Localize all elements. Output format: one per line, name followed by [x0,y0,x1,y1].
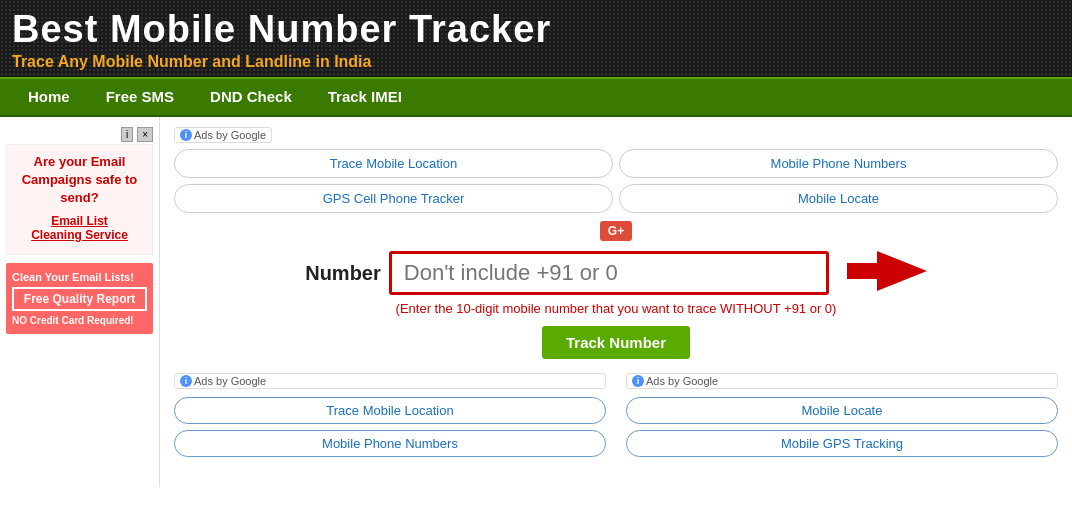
sidebar-no-cc: NO Credit Card Required! [12,315,147,326]
number-section: Number (Enter the 10-digit mobile number… [174,251,1058,359]
ads-by-google-top-row: i Ads by Google [174,127,1058,143]
ad-mobile-phone-numbers[interactable]: Mobile Phone Numbers [619,149,1058,178]
free-quality-report-button[interactable]: Free Quality Report [12,287,147,311]
number-label: Number [305,262,381,285]
sidebar-ad-link1[interactable]: Email List Cleaning Service [13,214,146,242]
sidebar-clean-title: Clean Your Email Lists! [12,271,147,283]
nav-dnd-check[interactable]: DND Check [192,77,310,117]
sidebar: i × Are your Email Campaigns safe to sen… [0,117,160,487]
track-number-button[interactable]: Track Number [542,326,690,359]
svg-marker-0 [847,251,927,291]
sidebar-ad-bottom: Clean Your Email Lists! Free Quality Rep… [6,263,153,334]
bottom-ad-mobile-gps-tracking[interactable]: Mobile GPS Tracking [626,430,1058,457]
info-icon-top: i [180,129,192,141]
info-icon-bottom-left: i [180,375,192,387]
top-ad-buttons-grid: Trace Mobile Location Mobile Phone Numbe… [174,149,1058,213]
site-subtitle: Trace Any Mobile Number and Landline in … [12,53,1060,71]
sidebar-ad-box: Are your Email Campaigns safe to send? E… [6,144,153,255]
gplus-row: G+ [174,221,1058,241]
nav-free-sms[interactable]: Free SMS [88,77,192,117]
bottom-ad-trace-mobile-location[interactable]: Trace Mobile Location [174,397,606,424]
info-icon-bottom-right: i [632,375,644,387]
nav-home[interactable]: Home [10,77,88,117]
main-layout: i × Are your Email Campaigns safe to sen… [0,117,1072,487]
ads-by-google-badge-top: i Ads by Google [174,127,272,143]
content-area: i Ads by Google Trace Mobile Location Mo… [160,117,1072,487]
ads-label-top: Ads by Google [194,129,266,141]
navigation: Home Free SMS DND Check Track IMEI [0,77,1072,117]
ads-by-google-badge-bottom-right: i Ads by Google [626,373,1058,389]
bottom-ads-section: i Ads by Google Trace Mobile Location Mo… [174,373,1058,457]
sidebar-ad-close-button[interactable]: × [137,127,153,142]
ads-label-bottom-right: Ads by Google [646,375,718,387]
ad-gps-cell-phone-tracker[interactable]: GPS Cell Phone Tracker [174,184,613,213]
bottom-ads-left: i Ads by Google Trace Mobile Location Mo… [174,373,606,457]
sidebar-ad-info-button[interactable]: i [121,127,133,142]
sidebar-ad-controls: i × [6,127,153,142]
site-title: Best Mobile Number Tracker [12,8,1060,51]
bottom-ads-right: i Ads by Google Mobile Locate Mobile GPS… [626,373,1058,457]
number-input-row: Number [174,251,1058,295]
arrow-right-icon [847,251,927,295]
phone-number-input[interactable] [389,251,829,295]
ads-label-bottom-left: Ads by Google [194,375,266,387]
hint-text: (Enter the 10-digit mobile number that y… [396,301,837,316]
nav-track-imei[interactable]: Track IMEI [310,77,420,117]
ads-by-google-badge-bottom-left: i Ads by Google [174,373,606,389]
sidebar-ad-title: Are your Email Campaigns safe to send? [13,153,146,208]
ad-mobile-locate[interactable]: Mobile Locate [619,184,1058,213]
bottom-ad-mobile-phone-numbers[interactable]: Mobile Phone Numbers [174,430,606,457]
bottom-ad-mobile-locate[interactable]: Mobile Locate [626,397,1058,424]
ad-trace-mobile-location[interactable]: Trace Mobile Location [174,149,613,178]
gplus-icon: G+ [608,224,624,238]
header: Best Mobile Number Tracker Trace Any Mob… [0,0,1072,77]
gplus-button[interactable]: G+ [600,221,632,241]
